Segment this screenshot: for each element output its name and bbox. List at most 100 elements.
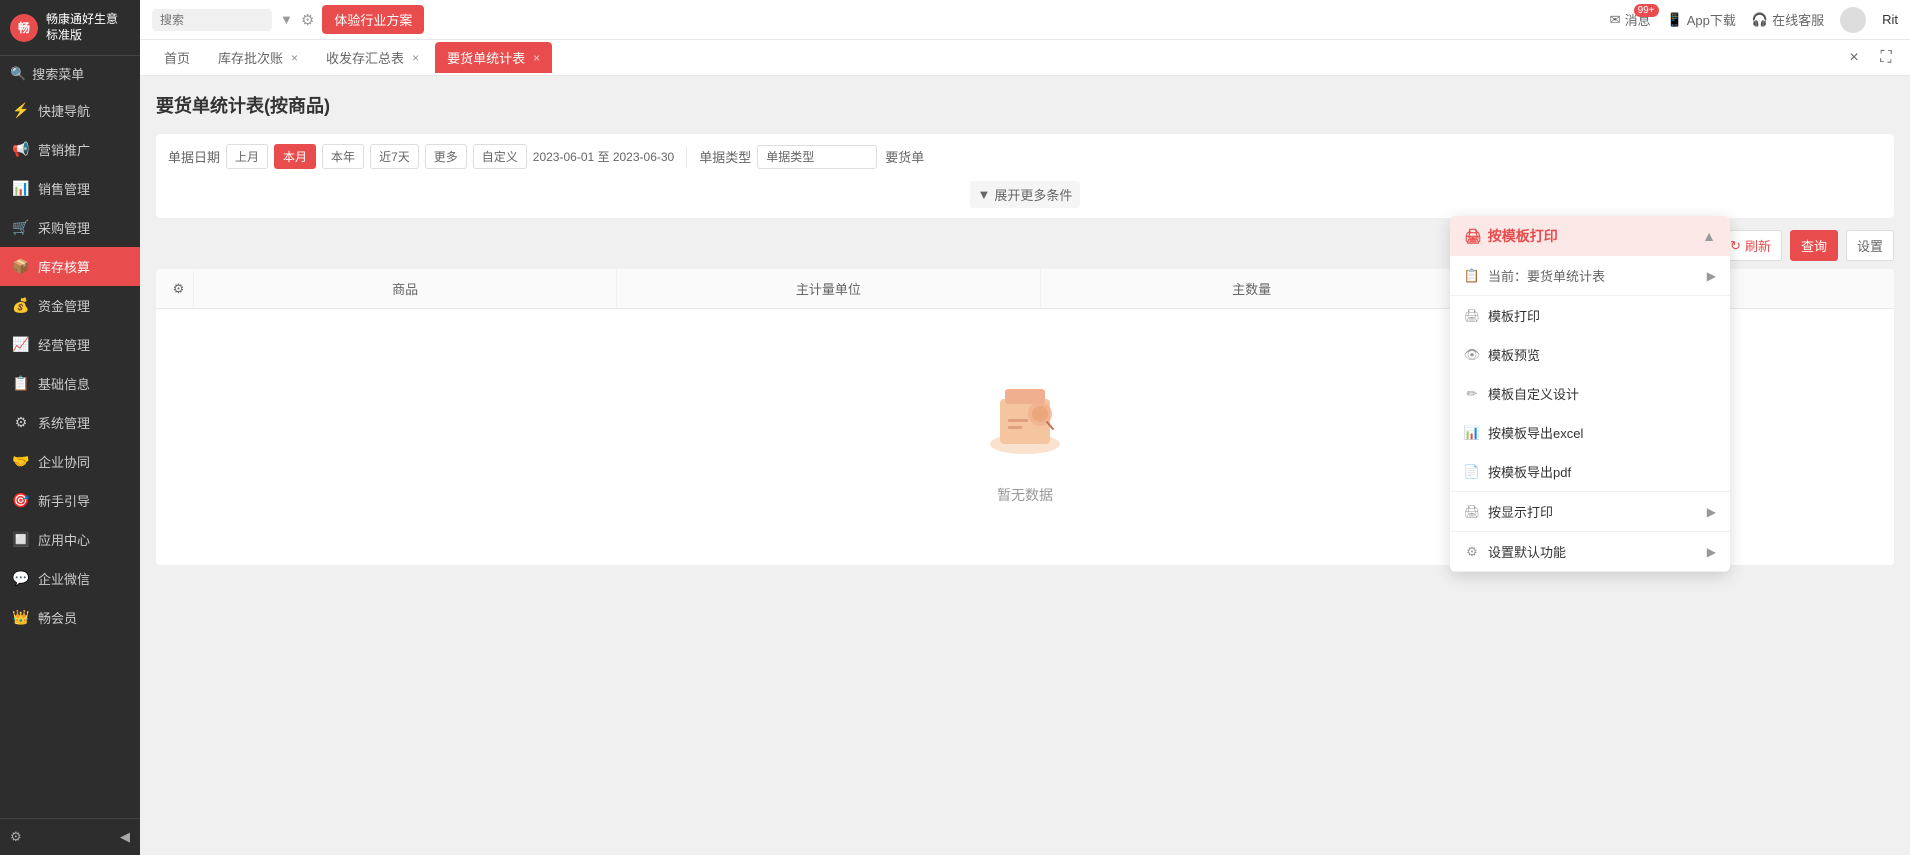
dropdown-item-template-custom[interactable]: ✏ 模板自定义设计 (1450, 374, 1730, 413)
query-btn[interactable]: 查询 (1790, 230, 1838, 261)
sidebar-search[interactable]: 🔍 搜索菜单 (0, 56, 140, 91)
set-default-icon: ⚙ (1464, 544, 1480, 560)
current-template-label: 当前：要货单统计表 (1488, 266, 1605, 285)
sidebar-item-label: 畅会员 (38, 608, 77, 627)
dropdown-close-btn[interactable]: ▲ (1702, 228, 1716, 244)
settings-footer-icon[interactable]: ⚙ (10, 829, 22, 845)
sidebar-item-newbie[interactable]: 🎯 新手引导 (0, 481, 140, 520)
sidebar-item-sales[interactable]: 📊 销售管理 (0, 169, 140, 208)
template-preview-icon: 👁 (1464, 347, 1480, 363)
sidebar-item-operation[interactable]: 📈 经营管理 (0, 325, 140, 364)
date-btn-more[interactable]: 更多 (425, 144, 467, 169)
logo-sub: 标准版 (46, 28, 118, 44)
sidebar-item-label: 基础信息 (38, 374, 90, 393)
sidebar-item-enterprise-wechat[interactable]: 💬 企业微信 (0, 559, 140, 598)
refresh-btn-label: 刷新 (1745, 236, 1771, 255)
dropdown-item-set-default[interactable]: ⚙ 设置默认功能 ▶ (1450, 532, 1730, 571)
sidebar-item-label: 库存核算 (38, 257, 90, 276)
industry-btn[interactable]: 体验行业方案 (322, 5, 424, 34)
display-print-arrow: ▶ (1707, 505, 1716, 519)
tab-inventory-batch-close[interactable]: × (291, 51, 298, 65)
sidebar-footer: ⚙ ◀ (0, 818, 140, 855)
sidebar-item-member[interactable]: 👑 畅会员 (0, 598, 140, 637)
newbie-icon: 🎯 (12, 492, 30, 510)
dropdown-section-set-default: ⚙ 设置默认功能 ▶ (1450, 532, 1730, 572)
sidebar-item-marketing[interactable]: 📢 营销推广 (0, 130, 140, 169)
tab-order-stats-close[interactable]: × (533, 51, 540, 65)
message-icon: ✉ (1610, 12, 1621, 28)
topbar-dropdown-icon[interactable]: ▼ (280, 12, 293, 27)
date-btn-custom[interactable]: 自定义 (473, 144, 527, 169)
app-download-item[interactable]: 📱 App下载 (1667, 10, 1736, 29)
sidebar-item-purchase[interactable]: 🛒 采购管理 (0, 208, 140, 247)
basic-info-icon: 📋 (12, 375, 30, 393)
print-dropdown-popup: 🖨 按模板打印 ▲ 📋 当前：要货单统计表 ▶ 🖨 模板打印 👁 (1450, 216, 1730, 572)
topbar-search-input[interactable] (152, 9, 272, 31)
date-btn-last-7-days[interactable]: 近7天 (370, 144, 419, 169)
template-export-excel-icon: 📊 (1464, 425, 1480, 441)
sidebar-item-label: 新手引导 (38, 491, 90, 510)
dropdown-item-template-export-excel[interactable]: 📊 按模板导出excel (1450, 413, 1730, 452)
tab-close-all-btn[interactable]: × (1842, 46, 1866, 70)
sidebar-item-basic-info[interactable]: 📋 基础信息 (0, 364, 140, 403)
sidebar-item-label: 企业微信 (38, 569, 90, 588)
sidebar: 畅 畅康通好生意 标准版 🔍 搜索菜单 ⚡ 快捷导航 📢 营销推广 📊 销售管理… (0, 0, 140, 855)
tab-inventory-batch[interactable]: 库存批次账 × (206, 42, 310, 73)
empty-state-icon (975, 369, 1075, 469)
collapse-sidebar-icon[interactable]: ◀ (120, 829, 130, 845)
order-type-section: 单据类型 单据类型 要货单 (699, 145, 877, 169)
online-service-item[interactable]: 🎧 在线客服 (1752, 10, 1824, 29)
date-btn-prev-month[interactable]: 上月 (226, 144, 268, 169)
table-settings-cell[interactable]: ⚙ (164, 271, 194, 307)
sidebar-item-system[interactable]: ⚙ 系统管理 (0, 403, 140, 442)
search-icon: 🔍 (10, 66, 26, 82)
topbar-settings-icon[interactable]: ⚙ (301, 11, 314, 29)
order-goods-section: 要货单 (885, 147, 924, 166)
member-icon: 👑 (12, 609, 30, 627)
dropdown-item-template-export-pdf[interactable]: 📄 按模板导出pdf (1450, 452, 1730, 491)
dropdown-item-display-print[interactable]: 🖨 按显示打印 ▶ (1450, 492, 1730, 531)
date-btn-current-month[interactable]: 本月 (274, 144, 316, 169)
app-center-icon: 🔲 (12, 531, 30, 549)
system-icon: ⚙ (12, 414, 30, 432)
filter-divider-1 (686, 147, 687, 167)
app-download-label: App下载 (1687, 10, 1736, 29)
expand-down-icon: ▼ (978, 187, 991, 202)
user-avatar[interactable] (1840, 7, 1866, 33)
order-type-select[interactable]: 单据类型 要货单 (757, 145, 877, 169)
tab-expand-btn[interactable]: ⛶ (1874, 46, 1898, 70)
order-type-label: 单据类型 (699, 147, 751, 166)
sidebar-item-enterprise[interactable]: 🤝 企业协同 (0, 442, 140, 481)
message-icon-item[interactable]: ✉ 消息 99+ (1610, 10, 1651, 29)
dropdown-item-current-template[interactable]: 📋 当前：要货单统计表 ▶ (1450, 256, 1730, 295)
dropdown-item-template-print[interactable]: 🖨 模板打印 (1450, 296, 1730, 335)
sidebar-item-label: 销售管理 (38, 179, 90, 198)
sidebar-item-app-center[interactable]: 🔲 应用中心 (0, 520, 140, 559)
table-col-goods: 商品 (194, 269, 617, 308)
settings-btn[interactable]: 设置 (1846, 230, 1894, 261)
sidebar-item-inventory[interactable]: 📦 库存核算 (0, 247, 140, 286)
message-badge: 99+ (1634, 4, 1659, 17)
sales-icon: 📊 (12, 180, 30, 198)
set-default-arrow: ▶ (1707, 545, 1716, 559)
sidebar-item-quick-nav[interactable]: ⚡ 快捷导航 (0, 91, 140, 130)
table-col-unit: 主计量单位 (617, 269, 1040, 308)
sidebar-item-label: 应用中心 (38, 530, 90, 549)
expand-more-btn[interactable]: ▼ 展开更多条件 (970, 181, 1081, 208)
tab-inventory-batch-label: 库存批次账 (218, 48, 283, 67)
date-btn-current-year[interactable]: 本年 (322, 144, 364, 169)
tab-order-stats[interactable]: 要货单统计表 × (435, 42, 552, 73)
tab-receipt-summary-close[interactable]: × (412, 51, 419, 65)
tab-receipt-summary[interactable]: 收发存汇总表 × (314, 42, 431, 73)
sidebar-item-finance[interactable]: 💰 资金管理 (0, 286, 140, 325)
template-export-excel-label: 按模板导出excel (1488, 423, 1583, 442)
empty-state-text: 暂无数据 (997, 485, 1053, 505)
online-service-label: 在线客服 (1772, 10, 1824, 29)
date-filter-label: 单据日期 (168, 147, 220, 166)
app-download-icon: 📱 (1667, 12, 1683, 28)
tab-home[interactable]: 首页 (152, 42, 202, 73)
filter-bar: 单据日期 上月 本月 本年 近7天 更多 自定义 2023-06-01 至 20… (156, 134, 1894, 218)
dropdown-item-template-preview[interactable]: 👁 模板预览 (1450, 335, 1730, 374)
sidebar-item-label: 资金管理 (38, 296, 90, 315)
dropdown-section-template-actions: 🖨 模板打印 👁 模板预览 ✏ 模板自定义设计 📊 按模板导出excel 📄 (1450, 296, 1730, 492)
